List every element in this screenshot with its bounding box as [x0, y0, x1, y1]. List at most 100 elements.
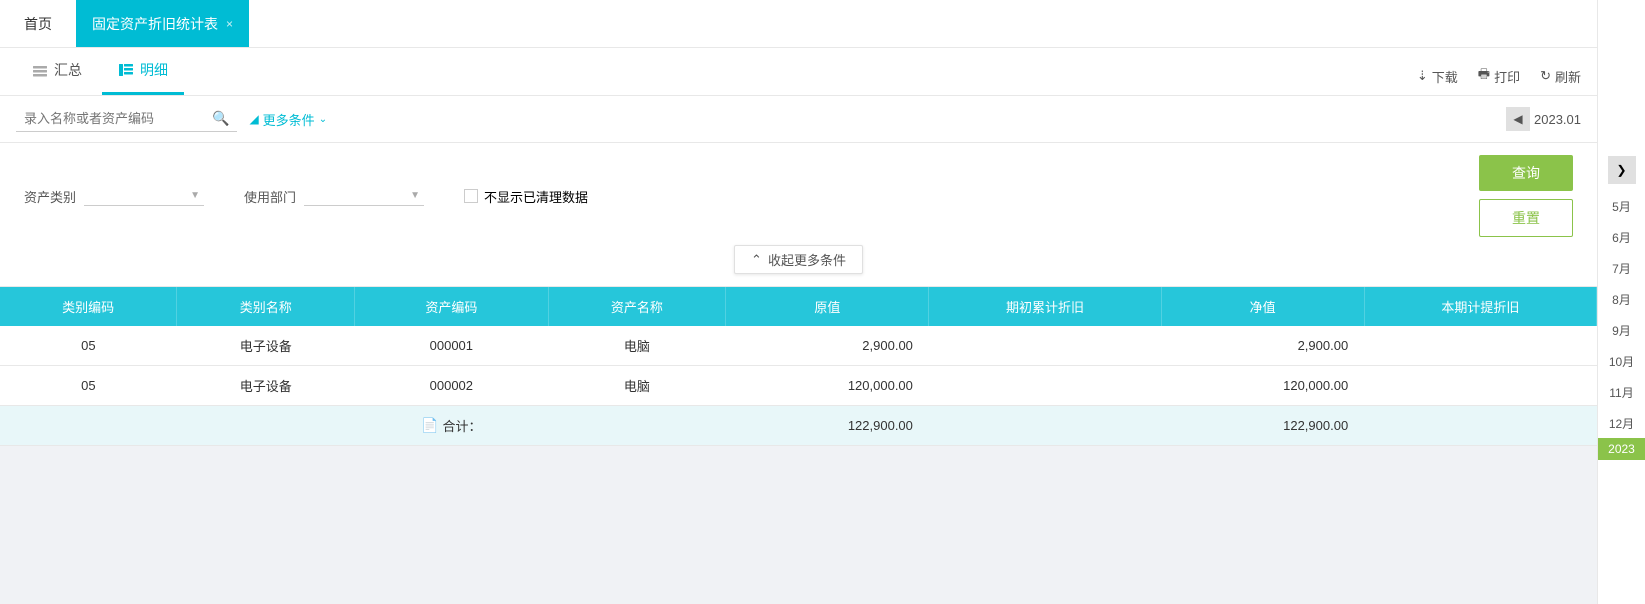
print-button[interactable]: 🖶 打印 — [1478, 65, 1520, 87]
month-item[interactable]: 8月 — [1598, 285, 1645, 314]
month-item[interactable]: 7月 — [1598, 254, 1645, 283]
active-tab[interactable]: 固定资产折旧统计表 × — [76, 0, 249, 47]
tab-label: 固定资产折旧统计表 — [92, 14, 218, 34]
refresh-icon: ↻ — [1540, 68, 1551, 84]
date-prev-arrow[interactable]: ◀ — [1506, 107, 1530, 131]
panel-expand-arrow[interactable]: ❯ — [1608, 156, 1636, 184]
col-header-asset-code: 资产编码 — [355, 287, 548, 326]
month-item[interactable]: 11月 — [1598, 378, 1645, 407]
month-item[interactable]: 12月 — [1598, 409, 1645, 438]
filter-row: 资产类别 ▼ 使用部门 ▼ 不显示已清理数据 查询 重置 — [24, 155, 1573, 237]
department-arrow-icon: ▼ — [410, 190, 420, 201]
cell-asset-name: 电脑 — [548, 366, 726, 406]
summary-label-text: 合计： — [443, 416, 482, 435]
top-nav: 首页 固定资产折旧统计表 × ✕ — [0, 0, 1645, 48]
cell-category-code: 05 — [0, 366, 177, 406]
date-navigation: ◀ 2023.01 — [1506, 107, 1581, 131]
summary-icon: 📄 — [421, 417, 438, 434]
asset-category-arrow-icon: ▼ — [190, 190, 200, 201]
filter-actions: 查询 重置 — [1479, 155, 1573, 237]
summary-accumulated-depreciation — [929, 406, 1161, 446]
table-header-row: 类别编码 类别名称 资产编码 资产名称 原值 期初累计折旧 净值 本期计提折旧 — [0, 287, 1597, 326]
search-input-wrapper: 🔍 — [16, 106, 237, 132]
more-conditions-label: 更多条件 — [263, 110, 315, 129]
layers-icon — [32, 62, 48, 78]
refresh-button[interactable]: ↻ 刷新 — [1540, 67, 1581, 86]
cell-asset-code: 000001 — [355, 326, 548, 366]
year-badge[interactable]: 2023 — [1598, 438, 1645, 460]
cell-net-value: 120,000.00 — [1161, 366, 1364, 406]
summary-empty-2 — [177, 406, 355, 446]
month-item[interactable]: 5月 — [1598, 192, 1645, 221]
summary-row: 📄 合计： 122,900.00 122,900.00 — [0, 406, 1597, 446]
filter-area: 资产类别 ▼ 使用部门 ▼ 不显示已清理数据 查询 重置 — [0, 143, 1597, 287]
month-item[interactable]: 10月 — [1598, 347, 1645, 376]
month-item[interactable]: 6月 — [1598, 223, 1645, 252]
summary-empty-1 — [0, 406, 177, 446]
cell-current-depreciation — [1364, 366, 1596, 406]
cell-original-value: 2,900.00 — [726, 326, 929, 366]
date-label: 2023.01 — [1534, 112, 1581, 127]
collapse-bar: ⌃ 收起更多条件 — [24, 237, 1573, 278]
search-bar-right: ◀ 2023.01 — [1506, 107, 1581, 131]
tab-detail-label: 明细 — [140, 60, 168, 80]
right-panel: ❯ 5月6月7月8月9月10月11月12月 2023 — [1597, 0, 1645, 604]
reset-button[interactable]: 重置 — [1479, 199, 1573, 237]
hide-cleared-checkbox[interactable]: 不显示已清理数据 — [464, 187, 588, 206]
month-item[interactable]: 9月 — [1598, 316, 1645, 345]
tab-detail[interactable]: 明细 — [102, 48, 184, 95]
col-header-asset-name: 资产名称 — [548, 287, 726, 326]
more-conditions-button[interactable]: ◢ 更多条件 ⌄ — [249, 110, 327, 129]
cell-accumulated-depreciation — [929, 326, 1161, 366]
summary-empty-3 — [548, 406, 726, 446]
cell-category-name: 电子设备 — [177, 366, 355, 406]
month-list: 5月6月7月8月9月10月11月12月 — [1598, 192, 1645, 438]
toolbar: ⇣ 下载 🖶 打印 ↻ 刷新 — [1417, 65, 1581, 95]
download-button[interactable]: ⇣ 下载 — [1417, 67, 1458, 86]
cell-category-code: 05 — [0, 326, 177, 366]
search-bar: 🔍 ◢ 更多条件 ⌄ ◀ 2023.01 — [0, 96, 1597, 143]
cell-current-depreciation — [1364, 326, 1596, 366]
print-icon: 🖶 — [1478, 65, 1490, 87]
table-row: 05 电子设备 000002 电脑 120,000.00 120,000.00 — [0, 366, 1597, 406]
col-header-category-name: 类别名称 — [177, 287, 355, 326]
sub-tabs-left: 汇总 明细 — [16, 48, 184, 95]
chevron-down-icon: ⌄ — [319, 114, 327, 125]
cell-asset-code: 000002 — [355, 366, 548, 406]
cell-original-value: 120,000.00 — [726, 366, 929, 406]
search-input[interactable] — [24, 111, 204, 126]
collapse-icon: ⌃ — [751, 252, 762, 268]
department-label: 使用部门 — [244, 187, 296, 206]
nav-home[interactable]: 首页 — [0, 0, 76, 47]
asset-category-label: 资产类别 — [24, 187, 76, 206]
cell-net-value: 2,900.00 — [1161, 326, 1364, 366]
asset-category-select[interactable]: ▼ — [84, 186, 204, 206]
checkbox-icon — [464, 189, 478, 203]
close-tab-icon[interactable]: × — [226, 17, 233, 31]
download-icon: ⇣ — [1417, 68, 1428, 84]
summary-current-depreciation — [1364, 406, 1596, 446]
table-row: 05 电子设备 000001 电脑 2,900.00 2,900.00 — [0, 326, 1597, 366]
summary-original-value: 122,900.00 — [726, 406, 929, 446]
col-header-original-value: 原值 — [726, 287, 929, 326]
col-header-accumulated-depreciation: 期初累计折旧 — [929, 287, 1161, 326]
col-header-net-value: 净值 — [1161, 287, 1364, 326]
main-content: 汇总 明细 ⇣ 下载 🖶 打印 — [0, 48, 1597, 446]
filter-icon: ◢ — [249, 112, 258, 126]
query-button[interactable]: 查询 — [1479, 155, 1573, 191]
filter-asset-category: 资产类别 ▼ — [24, 186, 204, 206]
department-select[interactable]: ▼ — [304, 186, 424, 206]
filter-department: 使用部门 ▼ — [244, 186, 424, 206]
detail-icon — [118, 62, 134, 78]
col-header-category-code: 类别编码 — [0, 287, 177, 326]
tab-summary-label: 汇总 — [54, 60, 82, 80]
data-table: 类别编码 类别名称 资产编码 资产名称 原值 期初累计折旧 净值 本期计提折旧 … — [0, 287, 1597, 446]
refresh-label: 刷新 — [1555, 67, 1581, 86]
collapse-button[interactable]: ⌃ 收起更多条件 — [734, 245, 863, 274]
search-icon[interactable]: 🔍 — [212, 110, 229, 127]
download-label: 下载 — [1432, 67, 1458, 86]
cell-accumulated-depreciation — [929, 366, 1161, 406]
collapse-label: 收起更多条件 — [768, 250, 846, 269]
cell-asset-name: 电脑 — [548, 326, 726, 366]
tab-summary[interactable]: 汇总 — [16, 48, 98, 95]
